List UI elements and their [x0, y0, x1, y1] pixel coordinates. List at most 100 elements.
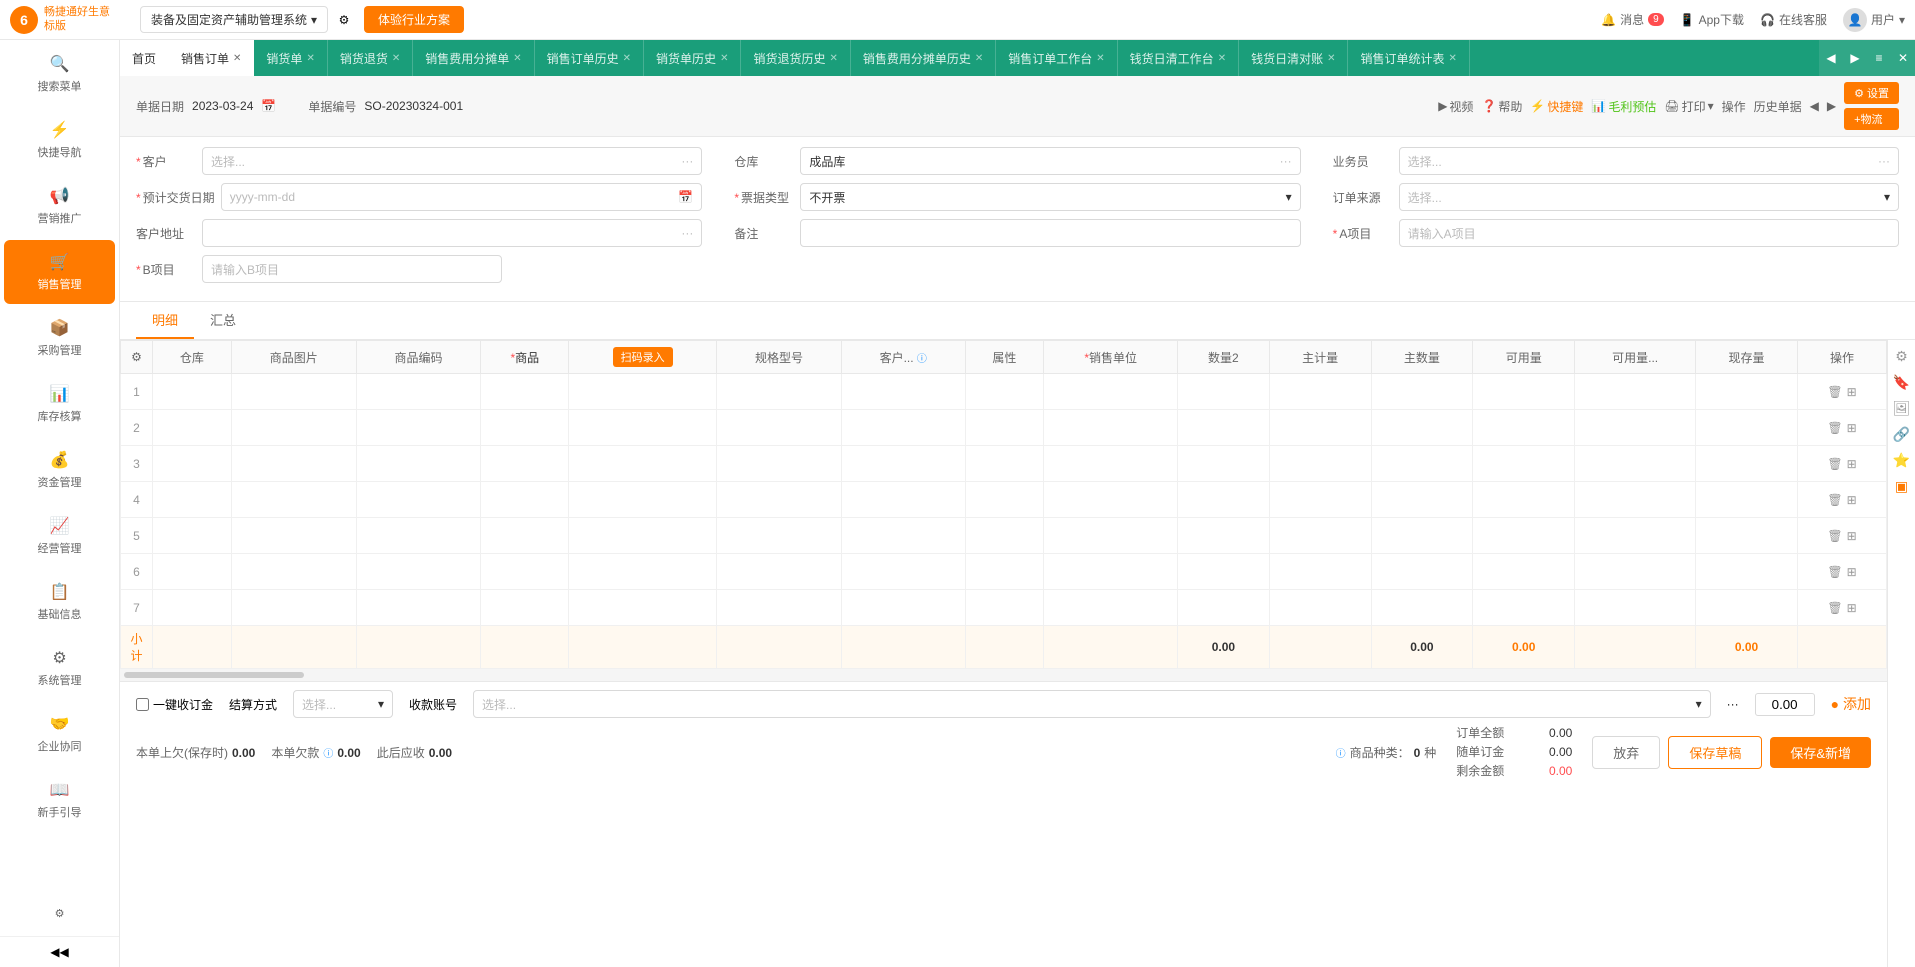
sidebar-item-1[interactable]: ⚡快捷导航: [4, 108, 115, 172]
right-panel-settings-icon[interactable]: ⚙: [1890, 344, 1914, 368]
row-delete-5[interactable]: 🗑: [1827, 529, 1842, 543]
th-gear[interactable]: ⚙: [121, 341, 153, 374]
address-input[interactable]: [202, 219, 702, 247]
tab-menu-btn[interactable]: ≡: [1867, 40, 1891, 76]
one-click-checkbox[interactable]: 一键收订金: [136, 696, 213, 713]
receipt-account-select[interactable]: 选择... ▾: [473, 690, 1711, 718]
industry-btn[interactable]: 体验行业方案: [364, 6, 464, 33]
row-copy-6[interactable]: ⊞: [1847, 565, 1857, 579]
tab-detail[interactable]: 明细: [136, 302, 194, 339]
tab-close-3[interactable]: ✕: [392, 53, 400, 64]
settings-panel-btn[interactable]: ⚙ 设置: [1844, 82, 1899, 104]
sidebar-item-4[interactable]: 📦采购管理: [4, 306, 115, 370]
tab-close-10[interactable]: ✕: [1218, 53, 1226, 64]
tab-close-4[interactable]: ✕: [513, 53, 521, 64]
row-copy-1[interactable]: ⊞: [1847, 385, 1857, 399]
save-draft-btn[interactable]: 保存草稿: [1668, 736, 1762, 769]
tab-5[interactable]: 销售订单历史✕: [535, 40, 644, 76]
row-delete-3[interactable]: 🗑: [1827, 457, 1842, 471]
row-copy-4[interactable]: ⊞: [1847, 493, 1857, 507]
tab-12[interactable]: 销售订单统计表✕: [1348, 40, 1469, 76]
add-btn[interactable]: ● 添加: [1831, 694, 1871, 714]
tab-close-5[interactable]: ✕: [623, 53, 631, 64]
save-new-btn[interactable]: 保存&新增: [1770, 737, 1871, 768]
add-logistics-btn[interactable]: +物流: [1844, 108, 1899, 130]
order-source-select[interactable]: 选择... ▾: [1399, 183, 1899, 211]
page-nav-prev[interactable]: ◀: [1810, 99, 1819, 113]
tab-summary[interactable]: 汇总: [194, 302, 252, 339]
tab-close-btn[interactable]: ✕: [1891, 40, 1915, 76]
tab-close-1[interactable]: ✕: [233, 53, 241, 64]
row-copy-7[interactable]: ⊞: [1847, 601, 1857, 615]
app-download-btn[interactable]: 📱 App下载: [1680, 11, 1744, 28]
tab-4[interactable]: 销售费用分摊单✕: [413, 40, 534, 76]
tab-3[interactable]: 销货退货✕: [328, 40, 413, 76]
tab-8[interactable]: 销售费用分摊单历史✕: [851, 40, 996, 76]
delivery-date-input[interactable]: yyyy-mm-dd 📅: [221, 183, 703, 211]
scan-btn[interactable]: 扫码录入: [613, 347, 673, 367]
note-input[interactable]: [800, 219, 1300, 247]
tab-close-7[interactable]: ✕: [829, 53, 837, 64]
sidebar-item-3[interactable]: 🛒销售管理: [4, 240, 115, 304]
view-btn[interactable]: ▶ 视频: [1438, 98, 1473, 115]
salesperson-input[interactable]: 选择...: [1399, 147, 1899, 175]
discard-btn[interactable]: 放弃: [1592, 736, 1660, 769]
history-btn[interactable]: 历史单据: [1754, 98, 1802, 115]
row-copy-3[interactable]: ⊞: [1847, 457, 1857, 471]
row-delete-2[interactable]: 🗑: [1827, 421, 1842, 435]
right-panel-bookmark-icon[interactable]: 🔖: [1890, 370, 1914, 394]
sidebar-collapse-btn[interactable]: ◀◀: [0, 936, 119, 967]
row-delete-4[interactable]: 🗑: [1827, 493, 1842, 507]
tab-11[interactable]: 钱货日清对账✕: [1239, 40, 1348, 76]
tab-next-btn[interactable]: ▶: [1843, 40, 1867, 76]
right-panel-image-icon[interactable]: 🖼: [1890, 396, 1914, 420]
row-copy-2[interactable]: ⊞: [1847, 421, 1857, 435]
sidebar-item-5[interactable]: 📊库存核算: [4, 372, 115, 436]
tab-close-8[interactable]: ✕: [975, 53, 983, 64]
tab-prev-btn[interactable]: ◀: [1819, 40, 1843, 76]
row-delete-7[interactable]: 🗑: [1827, 601, 1842, 615]
tab-close-11[interactable]: ✕: [1327, 53, 1335, 64]
sidebar-settings[interactable]: ⚙: [8, 899, 111, 928]
tab-6[interactable]: 销货单历史✕: [644, 40, 741, 76]
tab-close-2[interactable]: ✕: [306, 53, 314, 64]
tab-7[interactable]: 销货退货历史✕: [741, 40, 850, 76]
right-panel-orange-icon[interactable]: ▣: [1890, 474, 1914, 498]
shortcuts-btn[interactable]: ⚡ 快捷键: [1530, 98, 1583, 115]
sidebar-item-7[interactable]: 📈经营管理: [4, 504, 115, 568]
online-service-btn[interactable]: 🎧 在线客服: [1760, 11, 1827, 28]
sidebar-item-11[interactable]: 📖新手引导: [4, 768, 115, 832]
sidebar-item-2[interactable]: 📢营销推广: [4, 174, 115, 238]
a-project-input[interactable]: 请输入A项目: [1399, 219, 1899, 247]
row-copy-5[interactable]: ⊞: [1847, 529, 1857, 543]
tab-close-12[interactable]: ✕: [1449, 53, 1457, 64]
customer-input[interactable]: 选择...: [202, 147, 702, 175]
system-selector[interactable]: 装备及固定资产辅助管理系统 ▾: [140, 6, 328, 33]
row-delete-1[interactable]: 🗑: [1827, 385, 1842, 399]
profit-btn[interactable]: 📊 毛利预估: [1591, 98, 1656, 115]
sidebar-item-10[interactable]: 🤝企业协同: [4, 702, 115, 766]
tab-0[interactable]: 首页: [120, 40, 169, 76]
tab-9[interactable]: 销售订单工作台✕: [996, 40, 1117, 76]
ticket-type-select[interactable]: 不开票 ▾: [800, 183, 1300, 211]
system-settings-icon[interactable]: ⚙: [332, 8, 356, 32]
notification-btn[interactable]: 🔔 消息 9: [1601, 11, 1664, 28]
one-click-input[interactable]: [136, 698, 149, 711]
sidebar-item-8[interactable]: 📋基础信息: [4, 570, 115, 634]
right-panel-link-icon[interactable]: 🔗: [1890, 422, 1914, 446]
sidebar-item-0[interactable]: 🔍搜索菜单: [4, 42, 115, 106]
amount-input[interactable]: [1755, 693, 1815, 716]
sidebar-item-6[interactable]: 💰资金管理: [4, 438, 115, 502]
warehouse-input[interactable]: 成品库: [800, 147, 1300, 175]
help-btn[interactable]: ❓ 帮助: [1481, 98, 1522, 115]
payment-method-select[interactable]: 选择... ▾: [293, 690, 393, 718]
tab-close-9[interactable]: ✕: [1096, 53, 1104, 64]
page-nav-next[interactable]: ▶: [1827, 99, 1836, 113]
user-menu[interactable]: 👤 用户 ▾: [1843, 8, 1905, 32]
right-panel-star-icon[interactable]: ⭐: [1890, 448, 1914, 472]
calendar-icon[interactable]: 📅: [261, 99, 276, 113]
scroll-bar[interactable]: [120, 669, 1887, 681]
sidebar-item-9[interactable]: ⚙系统管理: [4, 636, 115, 700]
operations-btn[interactable]: 操作: [1722, 98, 1746, 115]
tab-close-6[interactable]: ✕: [720, 53, 728, 64]
